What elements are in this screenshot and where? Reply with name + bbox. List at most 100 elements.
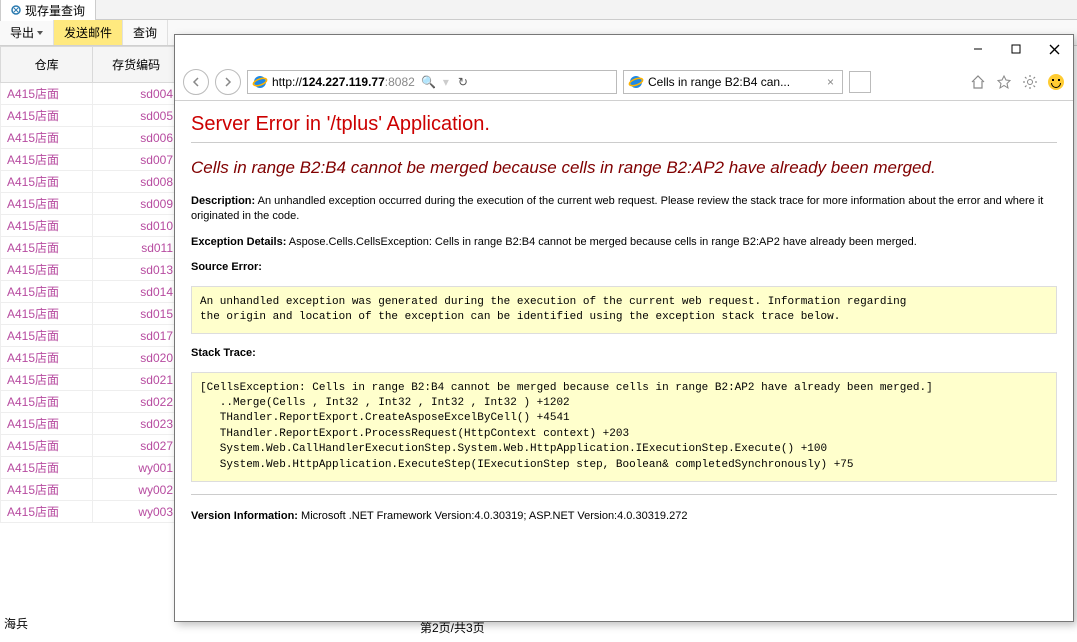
address-bar[interactable]: http://124.227.119.77:8082 🔍 ▾ ↻ bbox=[247, 70, 617, 94]
version-label: Version Information: bbox=[191, 510, 298, 522]
table-row[interactable]: A415店面wy003 bbox=[1, 501, 180, 523]
send-mail-button[interactable]: 发送邮件 bbox=[54, 20, 123, 45]
col-code[interactable]: 存货编码 bbox=[93, 47, 180, 83]
cell-warehouse: A415店面 bbox=[1, 457, 93, 479]
cell-warehouse: A415店面 bbox=[1, 413, 93, 435]
table-row[interactable]: A415店面sd004 bbox=[1, 83, 180, 105]
minimize-button[interactable] bbox=[959, 38, 997, 60]
error-heading: Server Error in '/tplus' Application. bbox=[191, 113, 1057, 136]
cell-code: sd017 bbox=[93, 325, 180, 347]
cell-code: sd015 bbox=[93, 303, 180, 325]
table-row[interactable]: A415店面sd014 bbox=[1, 281, 180, 303]
divider bbox=[191, 142, 1057, 143]
nav-back-button[interactable] bbox=[183, 69, 209, 95]
cell-warehouse: A415店面 bbox=[1, 259, 93, 281]
refresh-icon[interactable]: ↻ bbox=[453, 75, 473, 89]
cell-code: wy001 bbox=[93, 457, 180, 479]
cell-code: sd004 bbox=[93, 83, 180, 105]
cell-warehouse: A415店面 bbox=[1, 215, 93, 237]
stack-trace-label: Stack Trace: bbox=[191, 347, 256, 359]
description-text: An unhandled exception occurred during t… bbox=[191, 195, 1043, 222]
exception-label: Exception Details: bbox=[191, 236, 286, 248]
table-row[interactable]: A415店面sd023 bbox=[1, 413, 180, 435]
table-row[interactable]: A415店面sd015 bbox=[1, 303, 180, 325]
export-button[interactable]: 导出 bbox=[0, 20, 54, 45]
table-row[interactable]: A415店面sd017 bbox=[1, 325, 180, 347]
search-icon[interactable]: 🔍 bbox=[419, 75, 439, 89]
ie-logo-icon bbox=[628, 74, 644, 90]
settings-gear-icon[interactable] bbox=[1021, 73, 1039, 91]
ie-logo-icon bbox=[252, 74, 268, 90]
cell-code: wy002 bbox=[93, 479, 180, 501]
table-row[interactable]: A415店面sd011 bbox=[1, 237, 180, 259]
table-row[interactable]: A415店面sd005 bbox=[1, 105, 180, 127]
query-button[interactable]: 查询 bbox=[123, 20, 168, 45]
caret-down-icon bbox=[37, 31, 43, 35]
cell-warehouse: A415店面 bbox=[1, 149, 93, 171]
cell-warehouse: A415店面 bbox=[1, 83, 93, 105]
cell-warehouse: A415店面 bbox=[1, 501, 93, 523]
table-row[interactable]: A415店面sd008 bbox=[1, 171, 180, 193]
error-page: Server Error in '/tplus' Application. Ce… bbox=[175, 101, 1073, 621]
cell-warehouse: A415店面 bbox=[1, 105, 93, 127]
close-tab-icon[interactable] bbox=[11, 5, 21, 15]
cell-warehouse: A415店面 bbox=[1, 435, 93, 457]
cell-warehouse: A415店面 bbox=[1, 127, 93, 149]
nav-forward-button[interactable] bbox=[215, 69, 241, 95]
source-error-label: Source Error: bbox=[191, 261, 262, 273]
app-tab-title: 现存量查询 bbox=[25, 2, 85, 19]
cell-code: sd014 bbox=[93, 281, 180, 303]
browser-window: http://124.227.119.77:8082 🔍 ▾ ↻ Cells i… bbox=[174, 34, 1074, 622]
app-tab[interactable]: 现存量查询 bbox=[0, 0, 96, 21]
stack-trace-box: [CellsException: Cells in range B2:B4 ca… bbox=[191, 372, 1057, 482]
favorites-icon[interactable] bbox=[995, 73, 1013, 91]
cell-code: sd009 bbox=[93, 193, 180, 215]
cell-code: sd005 bbox=[93, 105, 180, 127]
home-icon[interactable] bbox=[969, 73, 987, 91]
cell-code: sd011 bbox=[93, 237, 180, 259]
cell-code: sd007 bbox=[93, 149, 180, 171]
cell-warehouse: A415店面 bbox=[1, 237, 93, 259]
cell-code: sd020 bbox=[93, 347, 180, 369]
cell-code: wy003 bbox=[93, 501, 180, 523]
table-row[interactable]: A415店面sd007 bbox=[1, 149, 180, 171]
data-grid[interactable]: 仓库 存货编码 A415店面sd004A415店面sd005A415店面sd00… bbox=[0, 46, 180, 523]
cell-warehouse: A415店面 bbox=[1, 281, 93, 303]
close-button[interactable] bbox=[1035, 38, 1073, 60]
maximize-button[interactable] bbox=[997, 38, 1035, 60]
tab-close-icon[interactable]: × bbox=[823, 75, 838, 89]
cell-warehouse: A415店面 bbox=[1, 325, 93, 347]
cell-warehouse: A415店面 bbox=[1, 171, 93, 193]
cell-code: sd013 bbox=[93, 259, 180, 281]
table-row[interactable]: A415店面sd021 bbox=[1, 369, 180, 391]
description-label: Description: bbox=[191, 195, 255, 207]
table-row[interactable]: A415店面sd022 bbox=[1, 391, 180, 413]
browser-tab[interactable]: Cells in range B2:B4 can... × bbox=[623, 70, 843, 94]
table-row[interactable]: A415店面sd027 bbox=[1, 435, 180, 457]
table-row[interactable]: A415店面sd006 bbox=[1, 127, 180, 149]
divider bbox=[191, 494, 1057, 495]
cell-code: sd022 bbox=[93, 391, 180, 413]
table-row[interactable]: A415店面wy002 bbox=[1, 479, 180, 501]
browser-tab-title: Cells in range B2:B4 can... bbox=[648, 75, 790, 89]
cell-warehouse: A415店面 bbox=[1, 369, 93, 391]
table-row[interactable]: A415店面wy001 bbox=[1, 457, 180, 479]
cell-code: sd010 bbox=[93, 215, 180, 237]
cell-code: sd006 bbox=[93, 127, 180, 149]
table-row[interactable]: A415店面sd020 bbox=[1, 347, 180, 369]
version-text: Microsoft .NET Framework Version:4.0.303… bbox=[298, 510, 688, 522]
table-row[interactable]: A415店面sd010 bbox=[1, 215, 180, 237]
table-row[interactable]: A415店面sd013 bbox=[1, 259, 180, 281]
error-subheading: Cells in range B2:B4 cannot be merged be… bbox=[191, 157, 1057, 180]
cell-code: sd027 bbox=[93, 435, 180, 457]
new-tab-button[interactable] bbox=[849, 71, 871, 93]
cell-code: sd023 bbox=[93, 413, 180, 435]
exception-text: Aspose.Cells.CellsException: Cells in ra… bbox=[286, 236, 916, 248]
cell-warehouse: A415店面 bbox=[1, 193, 93, 215]
smiley-icon[interactable] bbox=[1047, 73, 1065, 91]
source-error-box: An unhandled exception was generated dur… bbox=[191, 286, 1057, 335]
cell-warehouse: A415店面 bbox=[1, 479, 93, 501]
col-warehouse[interactable]: 仓库 bbox=[1, 47, 93, 83]
table-row[interactable]: A415店面sd009 bbox=[1, 193, 180, 215]
cell-warehouse: A415店面 bbox=[1, 391, 93, 413]
